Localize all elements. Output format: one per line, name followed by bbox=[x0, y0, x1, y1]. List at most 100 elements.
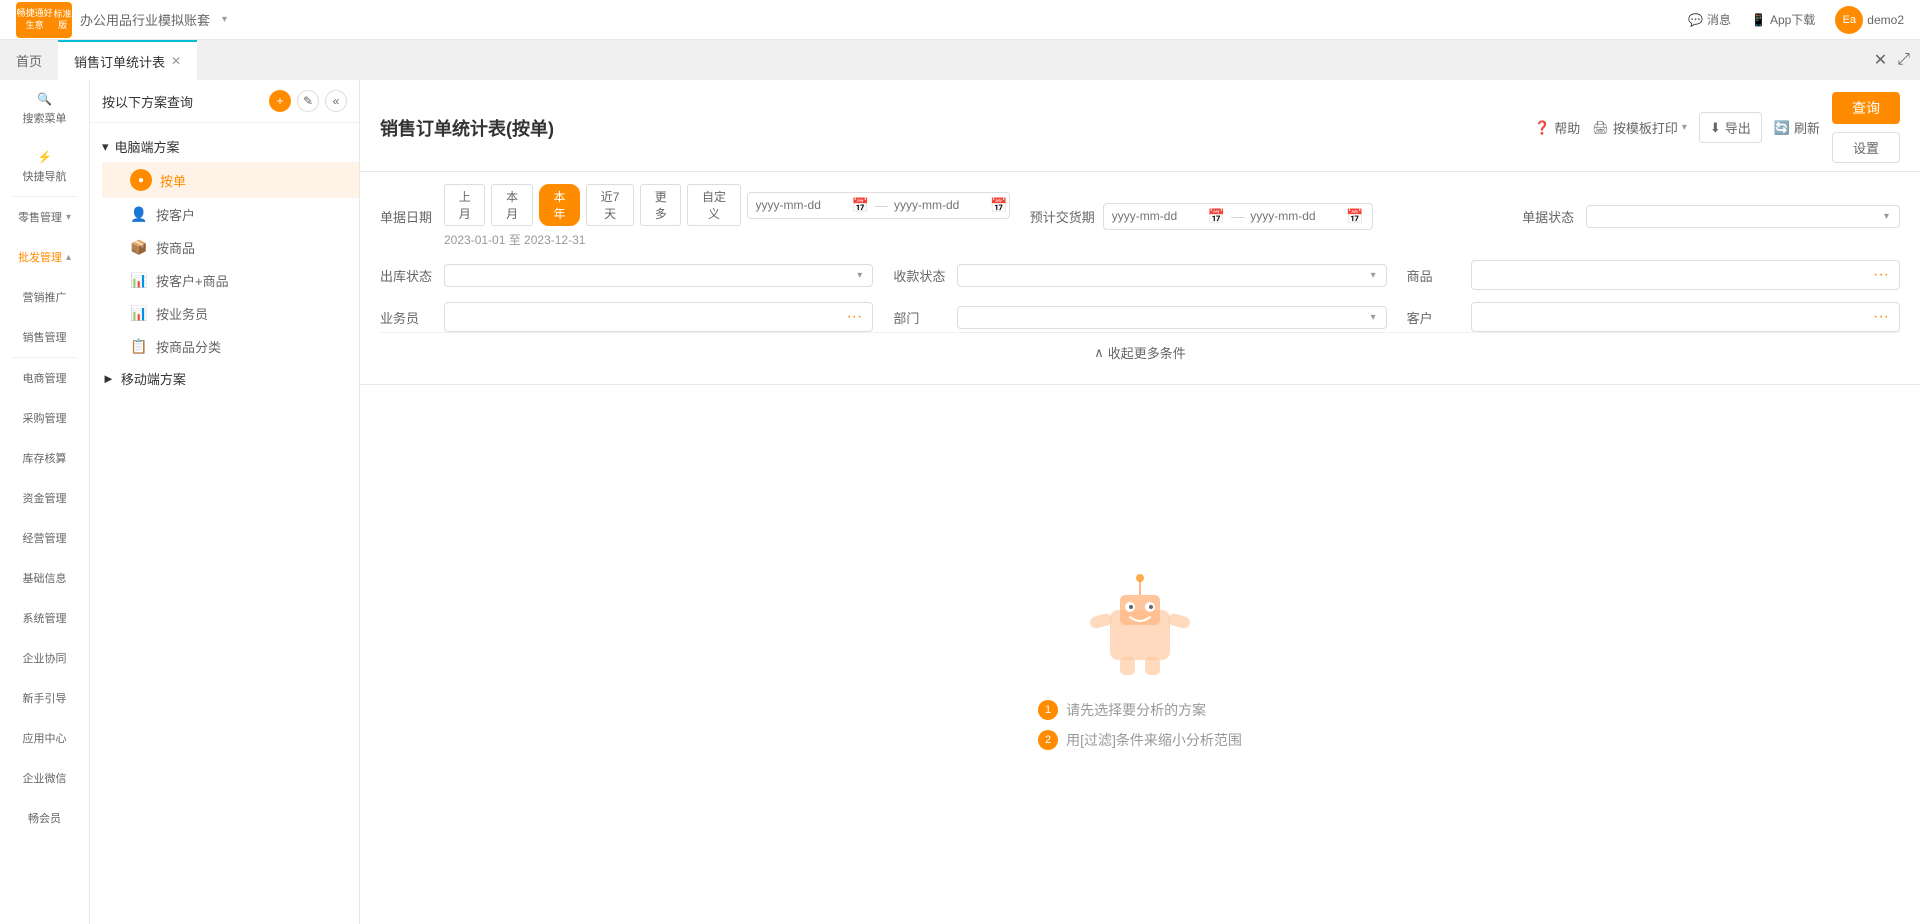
scheme-panel: 按以下方案查询 + ✎ « ▾ 电脑端方案 ● bbox=[90, 80, 360, 924]
message-btn[interactable]: 💬 消息 bbox=[1688, 11, 1731, 28]
scheme-add-btn[interactable]: + bbox=[269, 90, 291, 112]
expected-date-from[interactable] bbox=[1112, 209, 1202, 223]
close-all-btn[interactable]: ✕ bbox=[1874, 50, 1887, 70]
salesperson-input[interactable]: ··· bbox=[444, 302, 873, 332]
set-btn[interactable]: 设置 bbox=[1832, 132, 1900, 163]
scheme-group-desktop-title[interactable]: ▾ 电脑端方案 bbox=[90, 131, 359, 162]
expand-btn[interactable]: ⤢ bbox=[1897, 51, 1910, 69]
date-this-month-btn[interactable]: 本月 bbox=[491, 184, 532, 226]
sidebar-item-ecommerce[interactable]: 电商管理 bbox=[0, 358, 89, 398]
tabbar: 首页 销售订单统计表 ✕ ✕ ⤢ bbox=[0, 40, 1920, 80]
date-range-input[interactable]: 📅 — 📅 bbox=[747, 192, 1010, 219]
user-profile[interactable]: Ea demo2 bbox=[1835, 6, 1904, 34]
expected-to-cal-icon[interactable]: 📅 bbox=[1346, 208, 1363, 225]
filter-dept-col: 部门 ▾ bbox=[893, 306, 1386, 329]
goods-dots-icon[interactable]: ··· bbox=[1873, 266, 1889, 284]
scheme-group-desktop: ▾ 电脑端方案 ● 按单 👤 按客户 bbox=[90, 131, 359, 363]
scheme-item-by-salesperson[interactable]: 📊 按业务员 bbox=[102, 297, 359, 330]
sidebar-item-finance[interactable]: 资金管理 bbox=[0, 478, 89, 518]
sidebar-item-member[interactable]: 畅会员 bbox=[0, 798, 89, 838]
date-from-cal-icon[interactable]: 📅 bbox=[852, 197, 869, 214]
filter-goods-col: 商品 ··· bbox=[1407, 260, 1900, 290]
page-header: 销售订单统计表(按单) ❓ 帮助 🖨 按模板打印 ▾ ⬇ 导出 bbox=[360, 80, 1920, 172]
shipment-select[interactable]: ▾ bbox=[444, 264, 873, 287]
scheme-collapse-btn[interactable]: « bbox=[325, 90, 347, 112]
salesperson-dots-icon[interactable]: ··· bbox=[846, 308, 862, 326]
status-select-arrow-icon: ▾ bbox=[1884, 211, 1889, 222]
date-last7-btn[interactable]: 近7天 bbox=[586, 184, 634, 226]
sidebar-item-app-center[interactable]: 应用中心 bbox=[0, 718, 89, 758]
filter-date-col: 单据日期 上月 本月 本年 近7天 更多 自定义 bbox=[380, 184, 1010, 248]
sidebar-item-enterprise-coord[interactable]: 企业协同 bbox=[0, 638, 89, 678]
sidebar-item-quick-nav[interactable]: ⚡ 快捷导航 bbox=[0, 138, 89, 196]
workspace-arrow-icon[interactable]: ▾ bbox=[222, 14, 227, 25]
scheme-header-title: 按以下方案查询 bbox=[102, 92, 193, 111]
collapse-bar[interactable]: ∧ 收起更多条件 bbox=[380, 332, 1900, 372]
sidebar-item-wholesale-mgmt[interactable]: 批发管理 ▴ bbox=[0, 237, 89, 277]
customer-dots-icon[interactable]: ··· bbox=[1873, 308, 1889, 326]
scheme-item-by-customer[interactable]: 👤 按客户 bbox=[102, 198, 359, 231]
date-more-btn[interactable]: 更多 bbox=[640, 184, 681, 226]
tab-home[interactable]: 首页 bbox=[0, 40, 58, 80]
sidebar-item-basic-info[interactable]: 基础信息 bbox=[0, 558, 89, 598]
refresh-btn[interactable]: 🔄 刷新 bbox=[1774, 118, 1820, 137]
customer-input[interactable]: ··· bbox=[1471, 302, 1900, 332]
status-select[interactable]: ▾ bbox=[1586, 205, 1900, 228]
goods-input[interactable]: ··· bbox=[1471, 260, 1900, 290]
expected-date-to[interactable] bbox=[1250, 209, 1340, 223]
print-btn[interactable]: 🖨 按模板打印 ▾ bbox=[1592, 118, 1687, 137]
scheme-edit-btn[interactable]: ✎ bbox=[297, 90, 319, 112]
date-this-year-btn[interactable]: 本年 bbox=[539, 184, 580, 226]
sidebar-item-new-guide[interactable]: 新手引导 bbox=[0, 678, 89, 718]
workspace-name: 办公用品行业模拟账套 bbox=[80, 10, 210, 29]
query-btn[interactable]: 查询 bbox=[1832, 92, 1900, 124]
print-icon: 🖨 bbox=[1592, 120, 1609, 136]
scheme-item-by-order[interactable]: ● 按单 bbox=[102, 162, 359, 198]
by-customer-product-icon: 📊 bbox=[130, 272, 148, 290]
date-to-cal-icon[interactable]: 📅 bbox=[990, 197, 1007, 214]
expected-date-input-wrap[interactable]: 📅 — 📅 bbox=[1103, 203, 1373, 230]
scheme-header: 按以下方案查询 + ✎ « bbox=[90, 80, 359, 123]
expected-from-cal-icon[interactable]: 📅 bbox=[1208, 208, 1225, 225]
filter-payment-col: 收款状态 ▾ bbox=[893, 264, 1386, 287]
tab-close-btn[interactable]: ✕ bbox=[171, 54, 181, 68]
logo: 畅捷通好生意 标准版 bbox=[16, 2, 72, 38]
sidebar-item-inventory[interactable]: 库存核算 bbox=[0, 438, 89, 478]
help-btn[interactable]: ❓ 帮助 bbox=[1534, 118, 1580, 137]
sidebar-item-marketing[interactable]: 营销推广 bbox=[0, 277, 89, 317]
sidebar-item-system-mgmt[interactable]: 系统管理 bbox=[0, 598, 89, 638]
dept-label: 部门 bbox=[893, 308, 949, 327]
wholesale-arrow-icon: ▴ bbox=[66, 252, 71, 263]
scheme-item-by-product[interactable]: 📦 按商品 bbox=[102, 231, 359, 264]
scheme-list: ▾ 电脑端方案 ● 按单 👤 按客户 bbox=[90, 123, 359, 924]
scheme-group-mobile-title[interactable]: ► 移动端方案 bbox=[90, 363, 359, 394]
app-download-btn[interactable]: 📱 App下载 bbox=[1751, 11, 1815, 28]
sidebar-item-retail-mgmt[interactable]: 零售管理 ▾ bbox=[0, 197, 89, 237]
date-last-month-btn[interactable]: 上月 bbox=[444, 184, 485, 226]
sidebar-item-enterprise-wechat[interactable]: 企业微信 bbox=[0, 758, 89, 798]
sidebar-item-search-menu[interactable]: 🔍 搜索菜单 bbox=[0, 80, 89, 138]
empty-tip-2: 2 用[过滤]条件来缩小分析范围 bbox=[1038, 730, 1242, 750]
sidebar-item-sales-mgmt[interactable]: 销售管理 bbox=[0, 317, 89, 357]
dept-select[interactable]: ▾ bbox=[957, 306, 1386, 329]
scheme-item-by-customer-product[interactable]: 📊 按客户+商品 bbox=[102, 264, 359, 297]
app-icon: 📱 bbox=[1751, 13, 1766, 27]
date-to-input[interactable] bbox=[894, 198, 984, 212]
goods-label: 商品 bbox=[1407, 266, 1463, 285]
sidebar-item-operations[interactable]: 经营管理 bbox=[0, 518, 89, 558]
filter-row-3: 业务员 ··· 部门 ▾ 客户 bbox=[380, 302, 1900, 332]
by-product-category-icon: 📋 bbox=[130, 338, 148, 356]
payment-select[interactable]: ▾ bbox=[957, 264, 1386, 287]
customer-label: 客户 bbox=[1407, 308, 1463, 327]
tab-sales-order-stat[interactable]: 销售订单统计表 ✕ bbox=[58, 40, 197, 80]
date-from-input[interactable] bbox=[756, 198, 846, 212]
shipment-label: 出库状态 bbox=[380, 266, 436, 285]
filter-expected-date-col: 预计交货期 📅 — 📅 bbox=[1030, 203, 1502, 230]
export-btn[interactable]: ⬇ 导出 bbox=[1699, 112, 1762, 143]
mobile-group-arrow-icon: ► bbox=[102, 371, 115, 386]
sidebar-item-purchase[interactable]: 采购管理 bbox=[0, 398, 89, 438]
refresh-icon: 🔄 bbox=[1774, 120, 1790, 136]
content-area: 按以下方案查询 + ✎ « ▾ 电脑端方案 ● bbox=[90, 80, 1920, 924]
scheme-item-by-product-category[interactable]: 📋 按商品分类 bbox=[102, 330, 359, 363]
date-custom-btn[interactable]: 自定义 bbox=[687, 184, 740, 226]
